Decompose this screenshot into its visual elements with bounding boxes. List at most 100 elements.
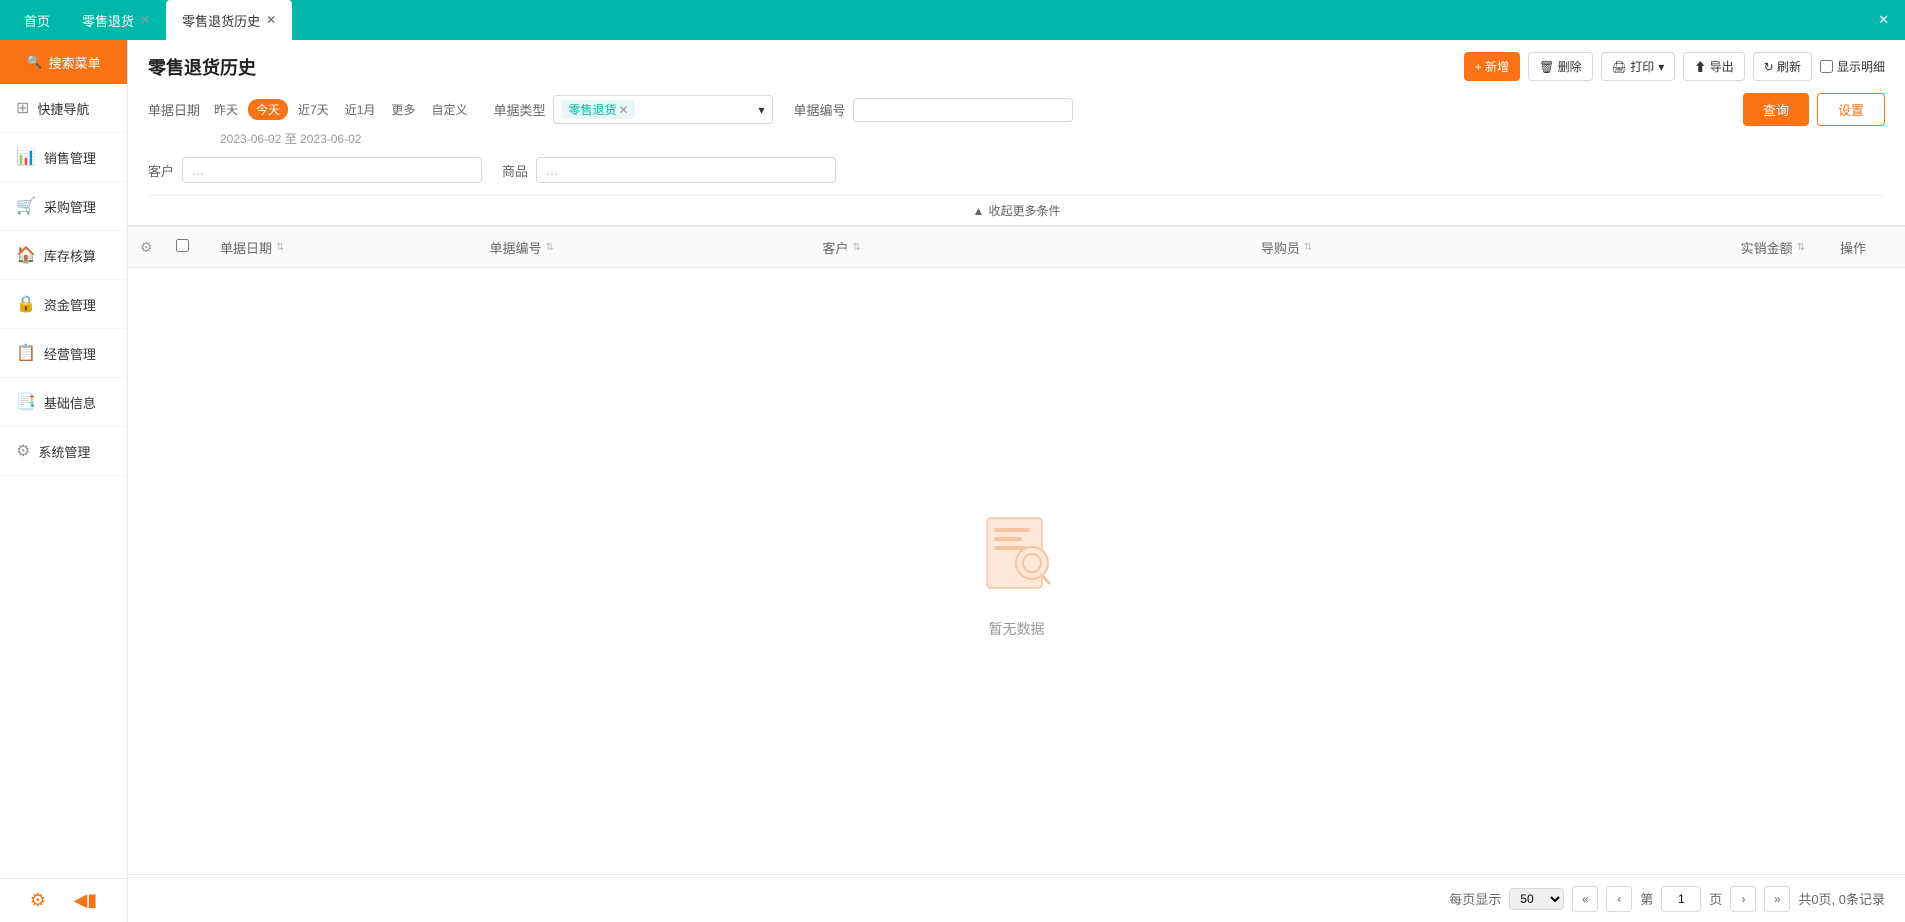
type-tag-remove[interactable]: ✕ bbox=[618, 103, 628, 117]
filter-date-item: 单据日期 昨天 今天 近7天 近1月 更多 自定义 bbox=[148, 99, 473, 120]
goods-filter-select[interactable]: … bbox=[536, 157, 836, 183]
th-amount-sort[interactable]: ⇅ bbox=[1797, 242, 1805, 253]
type-select-chevron: ▾ bbox=[758, 103, 764, 117]
date-btn-more[interactable]: 更多 bbox=[385, 99, 421, 120]
new-button[interactable]: + 新增 bbox=[1464, 52, 1520, 81]
delete-button[interactable]: 🗑 删除 bbox=[1528, 52, 1593, 81]
prev-page-button[interactable]: ‹ bbox=[1606, 886, 1632, 912]
sidebar-item-inventory[interactable]: 🏠 库存核算 bbox=[0, 231, 127, 280]
show-detail-checkbox-label[interactable]: 显示明细 bbox=[1820, 58, 1885, 75]
customer-filter-select[interactable]: … bbox=[182, 157, 482, 183]
th-guide-sort[interactable]: ⇅ bbox=[1304, 242, 1312, 253]
date-range-display: 2023-06-02 至 2023-06-02 bbox=[220, 132, 361, 146]
next-page-button[interactable]: › bbox=[1730, 886, 1756, 912]
th-date-sort[interactable]: ⇅ bbox=[276, 242, 284, 253]
top-bar: 首页 零售退货 ✕ 零售退货历史 ✕ ✕ bbox=[0, 0, 1905, 40]
sidebar-item-finance[interactable]: 🔒 资金管理 bbox=[0, 280, 127, 329]
sidebar-item-label: 经营管理 bbox=[44, 344, 96, 363]
date-buttons: 昨天 今天 近7天 近1月 更多 自定义 bbox=[208, 99, 473, 120]
sidebar-item-label: 库存核算 bbox=[44, 246, 96, 265]
filter-number-item: 单据编号 bbox=[793, 98, 1073, 122]
sidebar-item-operation[interactable]: 📋 经营管理 bbox=[0, 329, 127, 378]
date-btn-custom[interactable]: 自定义 bbox=[425, 99, 473, 120]
sidebar-item-basic[interactable]: 📑 基础信息 bbox=[0, 378, 127, 427]
sidebar-item-quick-nav[interactable]: ⊞ 快捷导航 bbox=[0, 84, 127, 133]
th-number-sort[interactable]: ⇅ bbox=[546, 242, 554, 253]
print-button[interactable]: 🖨 打印 ▾ bbox=[1601, 52, 1676, 81]
empty-state: 暂无数据 bbox=[128, 268, 1905, 874]
settings-footer-icon[interactable]: ⚙ bbox=[30, 890, 46, 911]
th-customer-sort[interactable]: ⇅ bbox=[852, 242, 860, 253]
window-close-button[interactable]: ✕ bbox=[1878, 12, 1905, 28]
inventory-icon: 🏠 bbox=[16, 245, 36, 265]
th-settings-icon[interactable]: ⚙ bbox=[140, 239, 176, 256]
number-filter-label: 单据编号 bbox=[793, 100, 845, 119]
date-btn-yesterday[interactable]: 昨天 bbox=[208, 99, 244, 120]
tab-retail-return[interactable]: 零售退货 ✕ bbox=[66, 0, 166, 40]
date-btn-1month[interactable]: 近1月 bbox=[339, 99, 382, 120]
filter-customer-item: 客户 … bbox=[148, 157, 482, 183]
first-page-button[interactable]: « bbox=[1572, 886, 1598, 912]
finance-icon: 🔒 bbox=[16, 294, 36, 314]
setting-button[interactable]: 设置 bbox=[1817, 93, 1885, 126]
tab-home[interactable]: 首页 bbox=[8, 0, 66, 40]
date-filter-label: 单据日期 bbox=[148, 100, 200, 119]
type-filter-select[interactable]: 零售退货 ✕ ▾ bbox=[553, 95, 773, 124]
refresh-button[interactable]: ↻ 刷新 bbox=[1753, 52, 1812, 81]
query-button[interactable]: 查询 bbox=[1743, 93, 1809, 126]
date-btn-today[interactable]: 今天 bbox=[248, 99, 288, 120]
sidebar-item-system[interactable]: ⚙ 系统管理 bbox=[0, 427, 127, 476]
sidebar-item-label: 采购管理 bbox=[44, 197, 96, 216]
last-page-button[interactable]: » bbox=[1764, 886, 1790, 912]
sidebar-item-label: 系统管理 bbox=[38, 442, 90, 461]
goods-filter-label: 商品 bbox=[502, 161, 528, 180]
export-button[interactable]: ⬆ 导出 bbox=[1683, 52, 1744, 81]
page-title-row: 零售退货历史 + 新增 🗑 删除 🖨 打印 ▾ ⬆ 导出 ↻ 刷新 显示明细 bbox=[148, 52, 1885, 81]
th-date: 单据日期 ⇅ bbox=[212, 238, 482, 257]
select-all-checkbox[interactable] bbox=[176, 239, 189, 252]
th-date-label: 单据日期 bbox=[220, 238, 272, 257]
main-layout: 🔍 搜索菜单 ⊞ 快捷导航 📊 销售管理 🛒 采购管理 🏠 库存核算 🔒 bbox=[0, 40, 1905, 922]
sidebar-item-purchase[interactable]: 🛒 采购管理 bbox=[0, 182, 127, 231]
total-label: 共0页, 0条记录 bbox=[1798, 889, 1885, 908]
type-tag-label: 零售退货 bbox=[568, 101, 616, 118]
filter-goods-item: 商品 … bbox=[502, 157, 836, 183]
sidebar-item-label: 快捷导航 bbox=[37, 99, 89, 118]
search-icon: 🔍 bbox=[26, 54, 42, 70]
page-title: 零售退货历史 bbox=[148, 54, 256, 80]
sidebar-item-sales[interactable]: 📊 销售管理 bbox=[0, 133, 127, 182]
sidebar-item-label: 基础信息 bbox=[44, 393, 96, 412]
per-page-select[interactable]: 50 10 20 100 bbox=[1509, 888, 1564, 910]
sidebar-item-label: 销售管理 bbox=[44, 148, 96, 167]
collapse-button[interactable]: ▲ 收起更多条件 bbox=[148, 195, 1885, 225]
basic-icon: 📑 bbox=[16, 392, 36, 412]
th-checkbox[interactable] bbox=[176, 239, 212, 255]
customer-dots: … bbox=[191, 162, 205, 178]
tab-retail-return-history-close[interactable]: ✕ bbox=[266, 13, 276, 27]
th-customer-label: 客户 bbox=[822, 238, 848, 257]
sidebar-footer: ⚙ ◀▮ bbox=[0, 878, 127, 922]
th-number-label: 单据编号 bbox=[490, 238, 542, 257]
sidebar-search-label: 搜索菜单 bbox=[49, 53, 101, 72]
audio-footer-icon[interactable]: ◀▮ bbox=[73, 890, 97, 911]
sidebar-search[interactable]: 🔍 搜索菜单 bbox=[0, 40, 127, 84]
sales-icon: 📊 bbox=[16, 147, 36, 167]
tab-retail-return-close[interactable]: ✕ bbox=[140, 13, 150, 27]
number-filter-input[interactable] bbox=[853, 98, 1073, 122]
purchase-icon: 🛒 bbox=[16, 196, 36, 216]
th-action-label: 操作 bbox=[1840, 238, 1866, 257]
operation-icon: 📋 bbox=[16, 343, 36, 363]
sidebar-menu: ⊞ 快捷导航 📊 销售管理 🛒 采购管理 🏠 库存核算 🔒 资金管理 📋 bbox=[0, 84, 127, 878]
th-amount: 实销金额 ⇅ bbox=[1586, 238, 1813, 257]
tab-retail-return-history[interactable]: 零售退货历史 ✕ bbox=[166, 0, 292, 40]
tab-list: 首页 零售退货 ✕ 零售退货历史 ✕ bbox=[8, 0, 1878, 40]
date-btn-7days[interactable]: 近7天 bbox=[292, 99, 335, 120]
filter-row-2: 客户 … 商品 … bbox=[148, 157, 1885, 183]
tab-retail-return-history-label: 零售退货历史 bbox=[182, 11, 260, 30]
show-detail-checkbox[interactable] bbox=[1820, 60, 1833, 73]
page-number-input[interactable] bbox=[1661, 886, 1701, 912]
collapse-label: 收起更多条件 bbox=[988, 202, 1060, 219]
filter-type-item: 单据类型 零售退货 ✕ ▾ bbox=[493, 95, 773, 124]
type-tag: 零售退货 ✕ bbox=[562, 100, 634, 119]
system-icon: ⚙ bbox=[16, 441, 30, 461]
